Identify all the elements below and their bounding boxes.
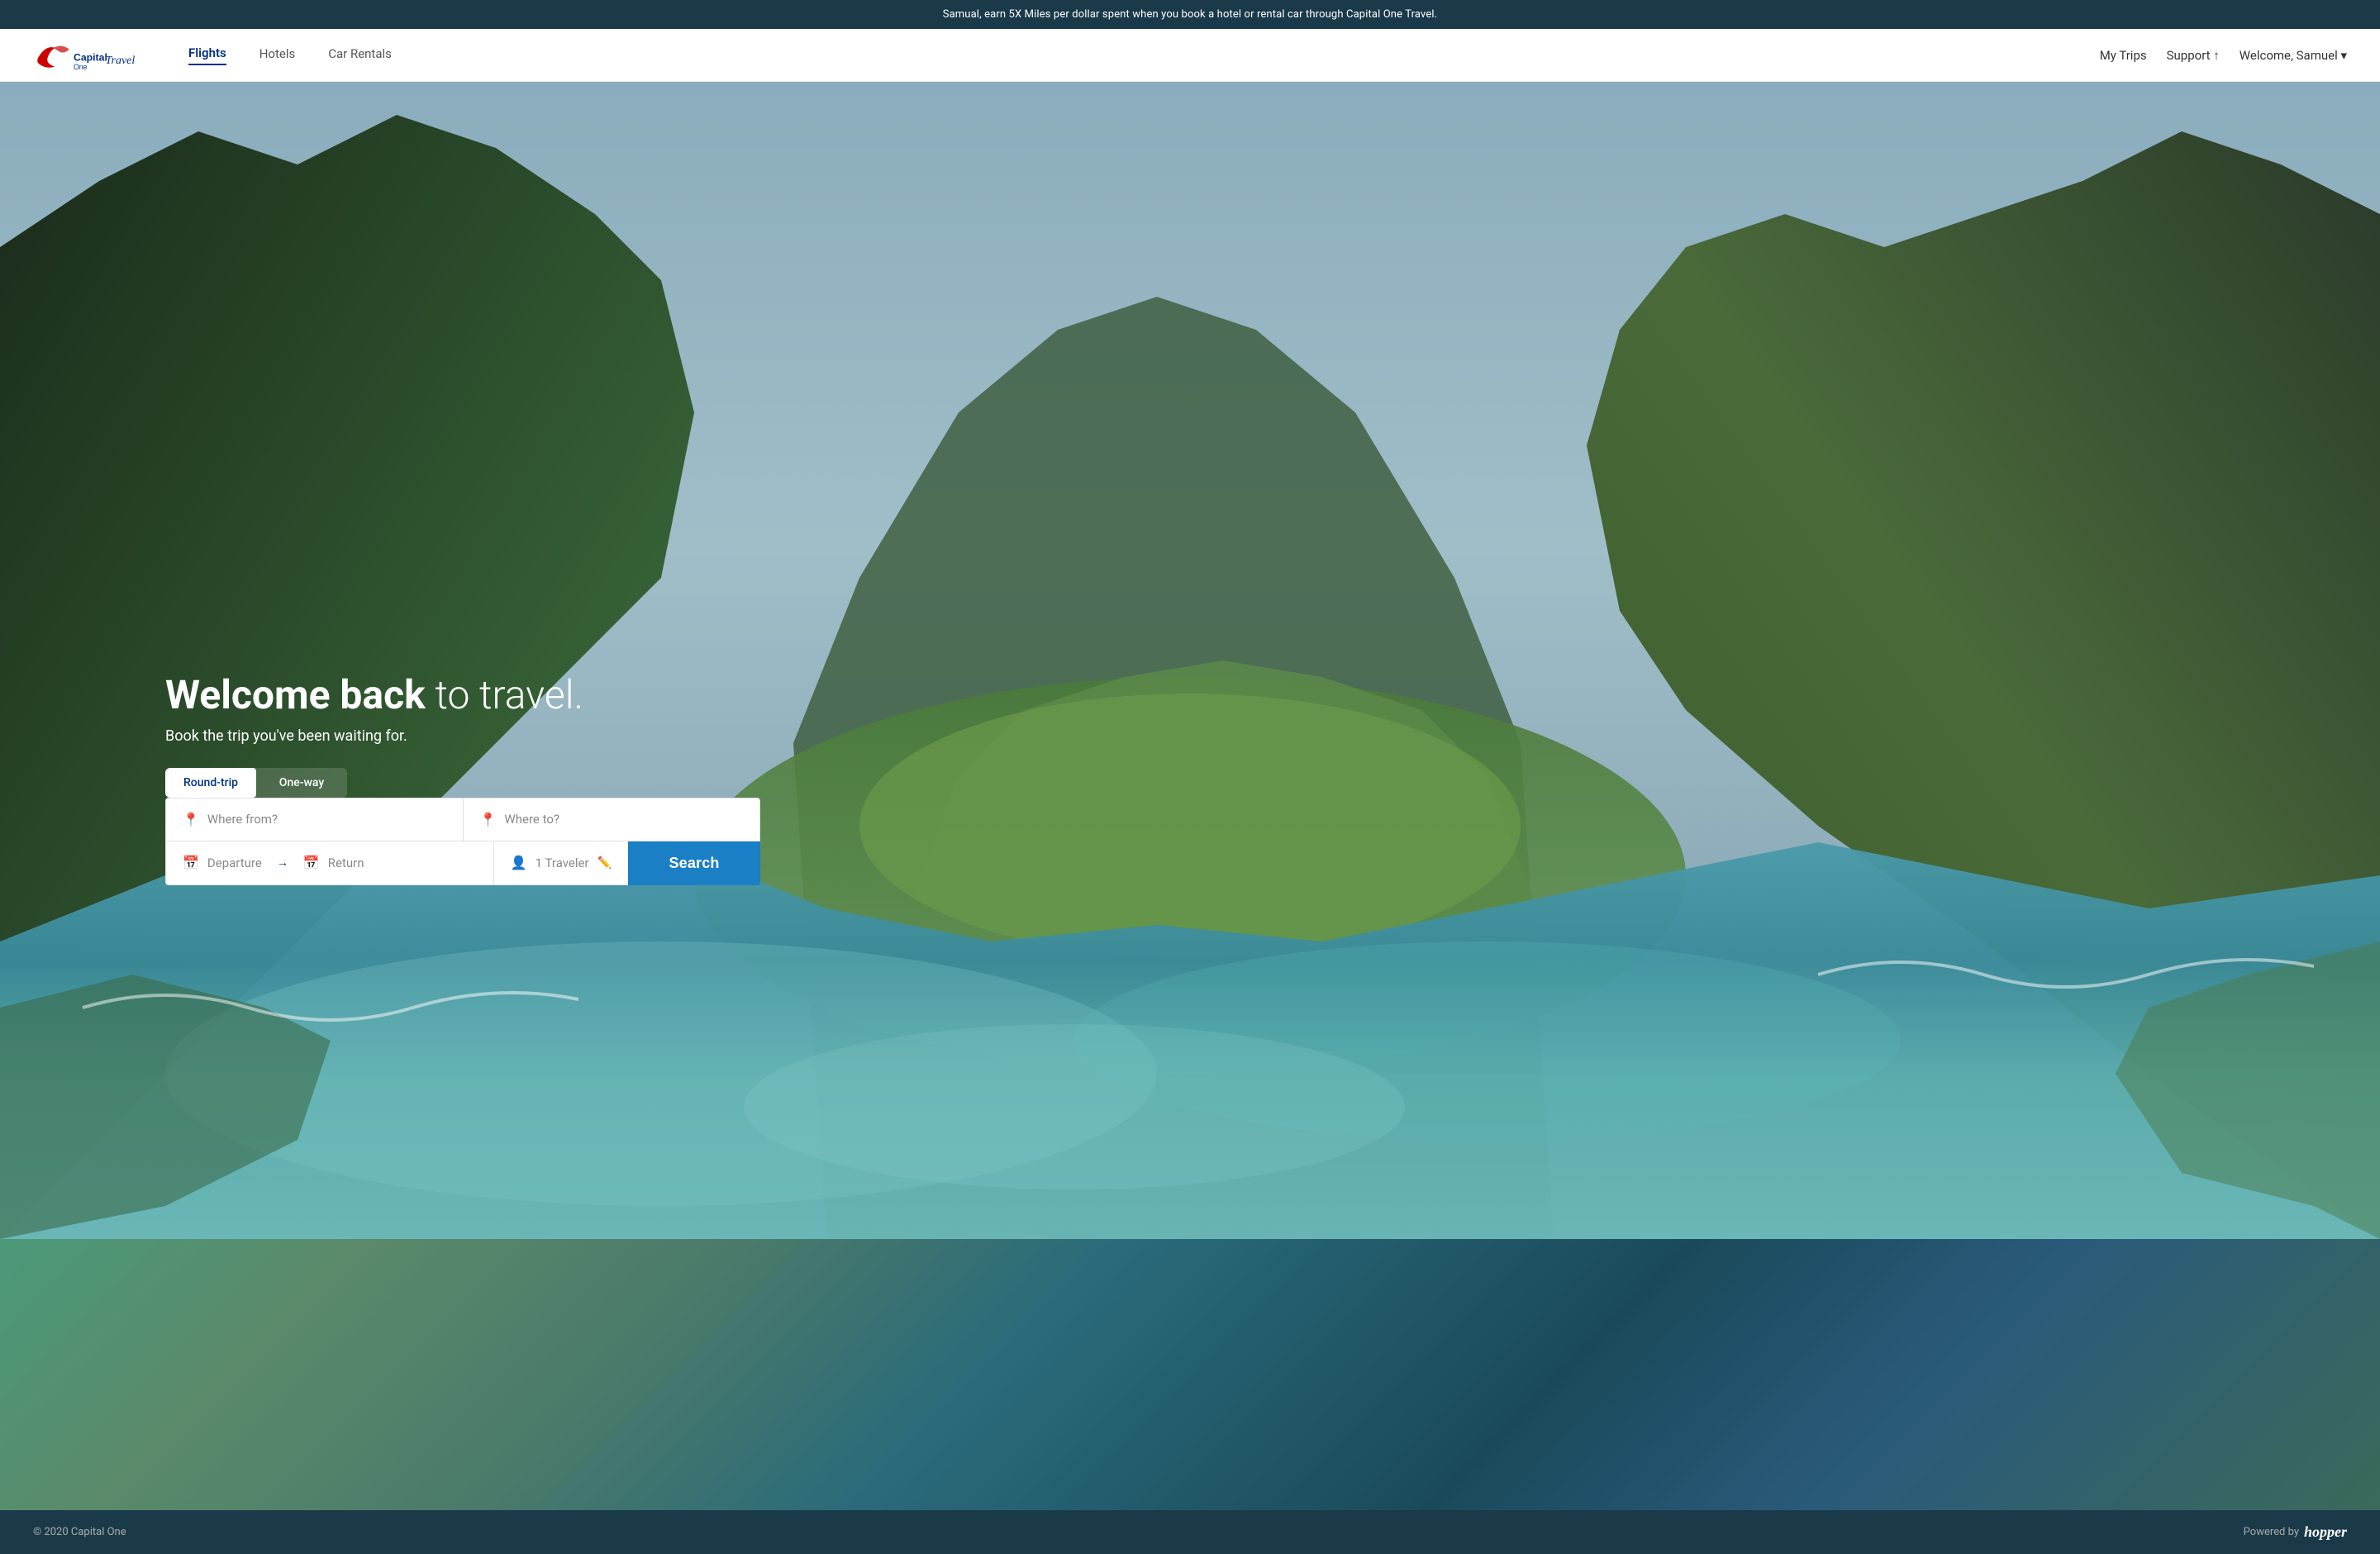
hero-content: Welcome back to travel. Book the trip yo… bbox=[165, 674, 760, 885]
top-banner: Samual, earn 5X Miles per dollar spent w… bbox=[0, 0, 2380, 29]
location-pin-icon-from: 📍 bbox=[183, 812, 199, 827]
copyright-text: © 2020 Capital One bbox=[33, 1526, 126, 1538]
departure-placeholder: Departure bbox=[207, 856, 262, 870]
travelers-input[interactable]: 👤 1 Traveler ✏️ bbox=[493, 841, 628, 885]
logo-area[interactable]: Capital One Travel bbox=[33, 39, 149, 72]
powered-by: Powered by hopper bbox=[2244, 1523, 2347, 1541]
nav-link-car-rentals[interactable]: Car Rentals bbox=[328, 46, 392, 64]
where-to-input[interactable]: 📍 Where to? bbox=[463, 798, 761, 841]
search-form: Round-trip One-way 📍 Where from? 📍 Where… bbox=[165, 768, 760, 885]
svg-text:Travel: Travel bbox=[106, 55, 136, 67]
nav-right-links: My Trips Support ↑ Welcome, Samuel ▾ bbox=[2100, 48, 2347, 63]
navbar: Capital One Travel Flights Hotels Car Re… bbox=[0, 29, 2380, 82]
where-from-input[interactable]: 📍 Where from? bbox=[165, 798, 463, 841]
hero-title-bold: Welcome back bbox=[165, 671, 426, 718]
departure-date-input[interactable]: 📅 Departure → 📅 Return bbox=[165, 841, 493, 885]
calendar-icon-departure: 📅 bbox=[183, 855, 199, 870]
svg-text:One: One bbox=[74, 63, 88, 71]
nav-links: Flights Hotels Car Rentals bbox=[188, 45, 2100, 65]
calendar-icon-return: 📅 bbox=[303, 855, 320, 870]
nav-link-hotels[interactable]: Hotels bbox=[259, 46, 296, 64]
search-button[interactable]: Search bbox=[628, 841, 760, 885]
person-icon: 👤 bbox=[511, 855, 527, 870]
travelers-search-group: 👤 1 Traveler ✏️ Search bbox=[493, 841, 760, 885]
hero-title-rest: to travel. bbox=[426, 671, 583, 718]
hero-illustration bbox=[0, 82, 2380, 1239]
return-placeholder: Return bbox=[328, 856, 364, 870]
nav-link-flights[interactable]: Flights bbox=[188, 45, 226, 65]
welcome-user-menu[interactable]: Welcome, Samuel ▾ bbox=[2240, 48, 2347, 63]
hero-section: Welcome back to travel. Book the trip yo… bbox=[0, 82, 2380, 1510]
location-pin-icon-to: 📍 bbox=[480, 812, 497, 827]
edit-pencil-icon: ✏️ bbox=[597, 856, 612, 870]
search-date-traveler-row: 📅 Departure → 📅 Return 👤 1 Traveler ✏️ S… bbox=[165, 841, 760, 885]
hero-subtitle: Book the trip you've been waiting for. bbox=[165, 727, 760, 745]
arrow-right-icon: → bbox=[277, 856, 288, 870]
search-location-row: 📍 Where from? 📍 Where to? bbox=[165, 798, 760, 841]
svg-text:Capital: Capital bbox=[74, 51, 107, 63]
round-trip-tab[interactable]: Round-trip bbox=[165, 768, 256, 798]
hopper-brand: hopper bbox=[2304, 1523, 2347, 1541]
banner-text: Samual, earn 5X Miles per dollar spent w… bbox=[943, 8, 1438, 21]
my-trips-link[interactable]: My Trips bbox=[2100, 48, 2147, 63]
footer: © 2020 Capital One Powered by hopper bbox=[0, 1510, 2380, 1554]
support-link[interactable]: Support ↑ bbox=[2167, 48, 2220, 63]
trip-type-selector: Round-trip One-way bbox=[165, 768, 347, 798]
where-to-placeholder: Where to? bbox=[504, 812, 559, 827]
one-way-tab[interactable]: One-way bbox=[256, 768, 347, 798]
where-from-placeholder: Where from? bbox=[207, 812, 278, 827]
hero-title: Welcome back to travel. bbox=[165, 674, 760, 717]
powered-by-label: Powered by bbox=[2244, 1526, 2299, 1538]
traveler-count-label: 1 Traveler bbox=[536, 856, 589, 870]
